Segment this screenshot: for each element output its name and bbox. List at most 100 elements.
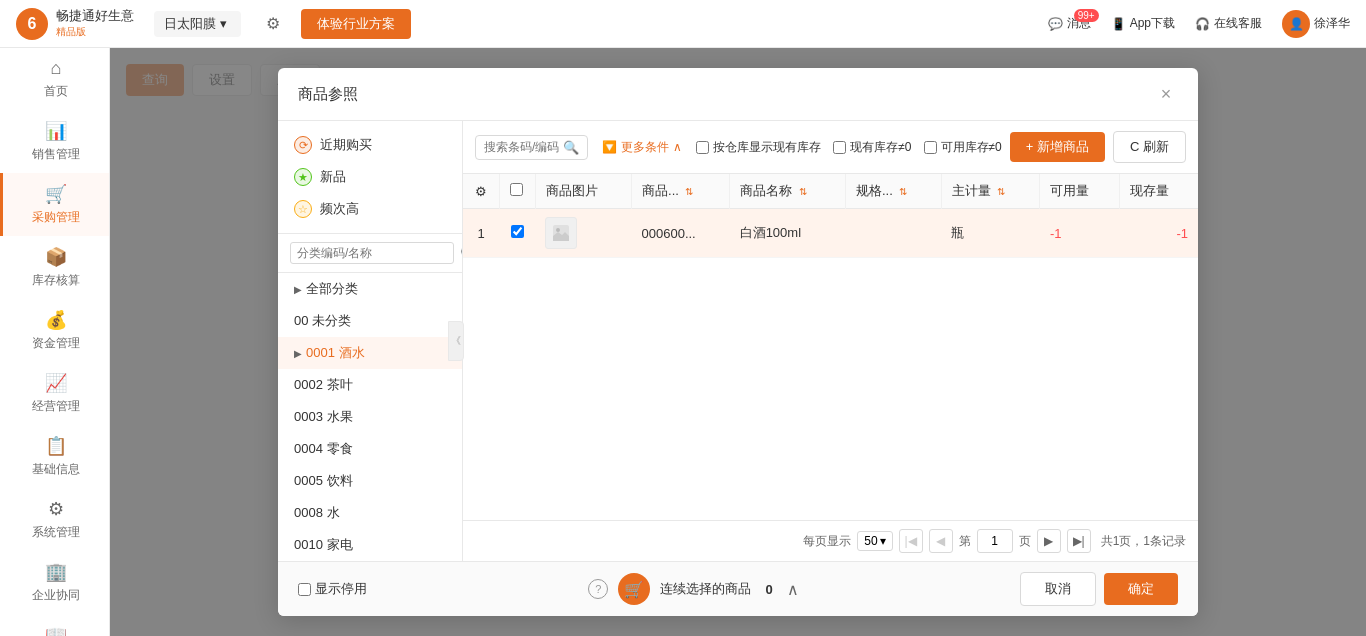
category-0003[interactable]: 0003 水果 <box>278 401 462 433</box>
online-service-item[interactable]: 🎧 在线客服 <box>1195 15 1262 32</box>
sidebar-item-purchase[interactable]: 🛒 采购管理 <box>0 173 109 236</box>
category-0005[interactable]: 0005 饮料 <box>278 465 462 497</box>
purchase-icon: 🛒 <box>45 183 67 205</box>
next-page-button[interactable]: ▶ <box>1037 529 1061 553</box>
filter-label: 更多条件 <box>621 139 669 156</box>
message-item[interactable]: 💬 消息 99+ <box>1048 15 1091 32</box>
disabled-checkbox-input[interactable] <box>298 583 311 596</box>
checkbox-group: 按仓库显示现有库存 现有库存≠0 可用库存≠0 <box>696 139 1002 156</box>
category-search-input[interactable] <box>290 242 454 264</box>
new-label: 新品 <box>320 168 346 186</box>
refresh-button[interactable]: C 刷新 <box>1113 131 1186 163</box>
sidebar-item-basic[interactable]: 📋 基础信息 <box>0 425 109 488</box>
cart-icon-button[interactable]: 🛒 <box>618 573 650 605</box>
sidebar-item-ops[interactable]: 📈 经营管理 <box>0 362 109 425</box>
page-number-input[interactable]: 1 <box>977 529 1013 553</box>
sidebar-item-inventory[interactable]: 📦 库存核算 <box>0 236 109 299</box>
quick-filter-freq[interactable]: ☆ 频次高 <box>278 193 462 225</box>
product-spec <box>845 209 941 258</box>
sidebar-item-label: 资金管理 <box>32 335 80 352</box>
category-0004[interactable]: 0004 零食 <box>278 433 462 465</box>
quick-filter-recent[interactable]: ⟳ 近期购买 <box>278 129 462 161</box>
search-icon[interactable]: 🔍 <box>460 246 463 261</box>
app-download-item[interactable]: 📱 App下载 <box>1111 15 1175 32</box>
more-filter-button[interactable]: 🔽 更多条件 ∧ <box>596 135 688 160</box>
select-all-checkbox[interactable] <box>510 183 523 196</box>
table-header-checkbox[interactable] <box>499 174 535 209</box>
quick-filter-new[interactable]: ★ 新品 <box>278 161 462 193</box>
category-search: 🔍 <box>278 234 462 273</box>
table-header-code[interactable]: 商品... ⇅ <box>632 174 730 209</box>
row-checkbox[interactable] <box>511 225 524 238</box>
modal-close-button[interactable]: × <box>1154 82 1178 106</box>
product-image-cell <box>535 209 632 258</box>
checkbox-nonzero-available[interactable]: 可用库存≠0 <box>924 139 1002 156</box>
checkbox-warehouse-input[interactable] <box>696 141 709 154</box>
sidebar-item-sales[interactable]: 📊 销售管理 <box>0 110 109 173</box>
new-icon: ★ <box>294 168 312 186</box>
table-header-gear[interactable]: ⚙ <box>463 174 499 209</box>
logo-icon: 6 <box>16 8 48 40</box>
sidebar-item-finance[interactable]: 💰 资金管理 <box>0 299 109 362</box>
category-0001[interactable]: ▶ 0001 酒水 <box>278 337 462 369</box>
product-code: 000600... <box>632 209 730 258</box>
app-download-label: App下载 <box>1130 15 1175 32</box>
checkbox-label: 可用库存≠0 <box>941 139 1002 156</box>
per-page-label: 每页显示 <box>803 533 851 550</box>
online-service-label: 在线客服 <box>1214 15 1262 32</box>
sidebar-item-enterprise[interactable]: 🏢 企业协同 <box>0 551 109 614</box>
display-disabled-checkbox[interactable]: 显示停用 <box>298 580 367 598</box>
checkbox-nonzero-stock[interactable]: 现有库存≠0 <box>833 139 911 156</box>
sidebar-item-label: 库存核算 <box>32 272 80 289</box>
col-name-label: 商品名称 <box>740 183 792 198</box>
checkbox-by-warehouse[interactable]: 按仓库显示现有库存 <box>696 139 821 156</box>
first-page-button[interactable]: |◀ <box>899 529 923 553</box>
try-industry-button[interactable]: 体验行业方案 <box>301 9 411 39</box>
quick-filters: ⟳ 近期购买 ★ 新品 ☆ 频次高 <box>278 121 462 234</box>
add-product-button[interactable]: + 新增商品 <box>1010 132 1105 162</box>
per-page-select[interactable]: 50 ▾ <box>857 531 892 551</box>
table-header-spec[interactable]: 规格... ⇅ <box>845 174 941 209</box>
table-header-name[interactable]: 商品名称 ⇅ <box>730 174 846 209</box>
category-0010[interactable]: 0010 家电 <box>278 529 462 561</box>
settings-icon[interactable]: ⚙ <box>257 8 289 40</box>
navbar: 6 畅捷通好生意 精品版 日太阳膜 ▾ ⚙ 体验行业方案 💬 消息 99+ 📱 … <box>0 0 1366 48</box>
arrow-icon: ▶ <box>294 284 302 295</box>
sidebar-item-guide[interactable]: 📖 新手引导 <box>0 614 109 636</box>
product-table: ⚙ 商品图片 商品... ⇅ <box>463 174 1198 258</box>
confirm-button[interactable]: 确定 <box>1104 573 1178 605</box>
category-0008[interactable]: 0008 水 <box>278 497 462 529</box>
category-00[interactable]: 00 未分类 <box>278 305 462 337</box>
help-icon[interactable]: ? <box>588 579 608 599</box>
category-all[interactable]: ▶ 全部分类 <box>278 273 462 305</box>
table-header-unit[interactable]: 主计量 ⇅ <box>941 174 1040 209</box>
image-icon <box>553 225 569 241</box>
inventory-icon: 📦 <box>45 246 67 268</box>
col-unit-label: 主计量 <box>952 183 991 198</box>
product-search-input[interactable] <box>484 140 559 154</box>
sidebar-item-home[interactable]: ⌂ 首页 <box>0 48 109 110</box>
table-row[interactable]: 1 <box>463 209 1198 258</box>
checkbox-label: 现有库存≠0 <box>850 139 911 156</box>
user-profile[interactable]: 👤 徐泽华 <box>1282 10 1350 38</box>
checkbox-available-input[interactable] <box>924 141 937 154</box>
collapse-up-icon[interactable]: ∧ <box>787 580 799 599</box>
store-selector[interactable]: 日太阳膜 ▾ <box>154 11 241 37</box>
category-0002[interactable]: 0002 茶叶 <box>278 369 462 401</box>
cancel-button[interactable]: 取消 <box>1020 572 1096 606</box>
last-page-button[interactable]: ▶| <box>1067 529 1091 553</box>
sidebar-item-system[interactable]: ⚙ 系统管理 <box>0 488 109 551</box>
pagination: 每页显示 50 ▾ |◀ ◀ 第 1 页 ▶ ▶| <box>463 520 1198 561</box>
collapse-panel-button[interactable]: 《 <box>448 321 464 361</box>
prev-page-button[interactable]: ◀ <box>929 529 953 553</box>
table-header-row: ⚙ 商品图片 商品... ⇅ <box>463 174 1198 209</box>
ops-icon: 📈 <box>45 372 67 394</box>
product-reference-modal: 商品参照 × ⟳ 近期购买 <box>278 68 1198 616</box>
footer-left: 显示停用 <box>298 580 367 598</box>
row-checkbox-cell[interactable] <box>499 209 535 258</box>
search-submit-icon[interactable]: 🔍 <box>563 140 579 155</box>
category-label: 0003 水果 <box>294 408 353 426</box>
checkbox-stock-input[interactable] <box>833 141 846 154</box>
sidebar-item-label: 首页 <box>44 83 68 100</box>
main-layout: ⌂ 首页 📊 销售管理 🛒 采购管理 📦 库存核算 💰 资金管理 📈 经营管理 … <box>0 48 1366 636</box>
